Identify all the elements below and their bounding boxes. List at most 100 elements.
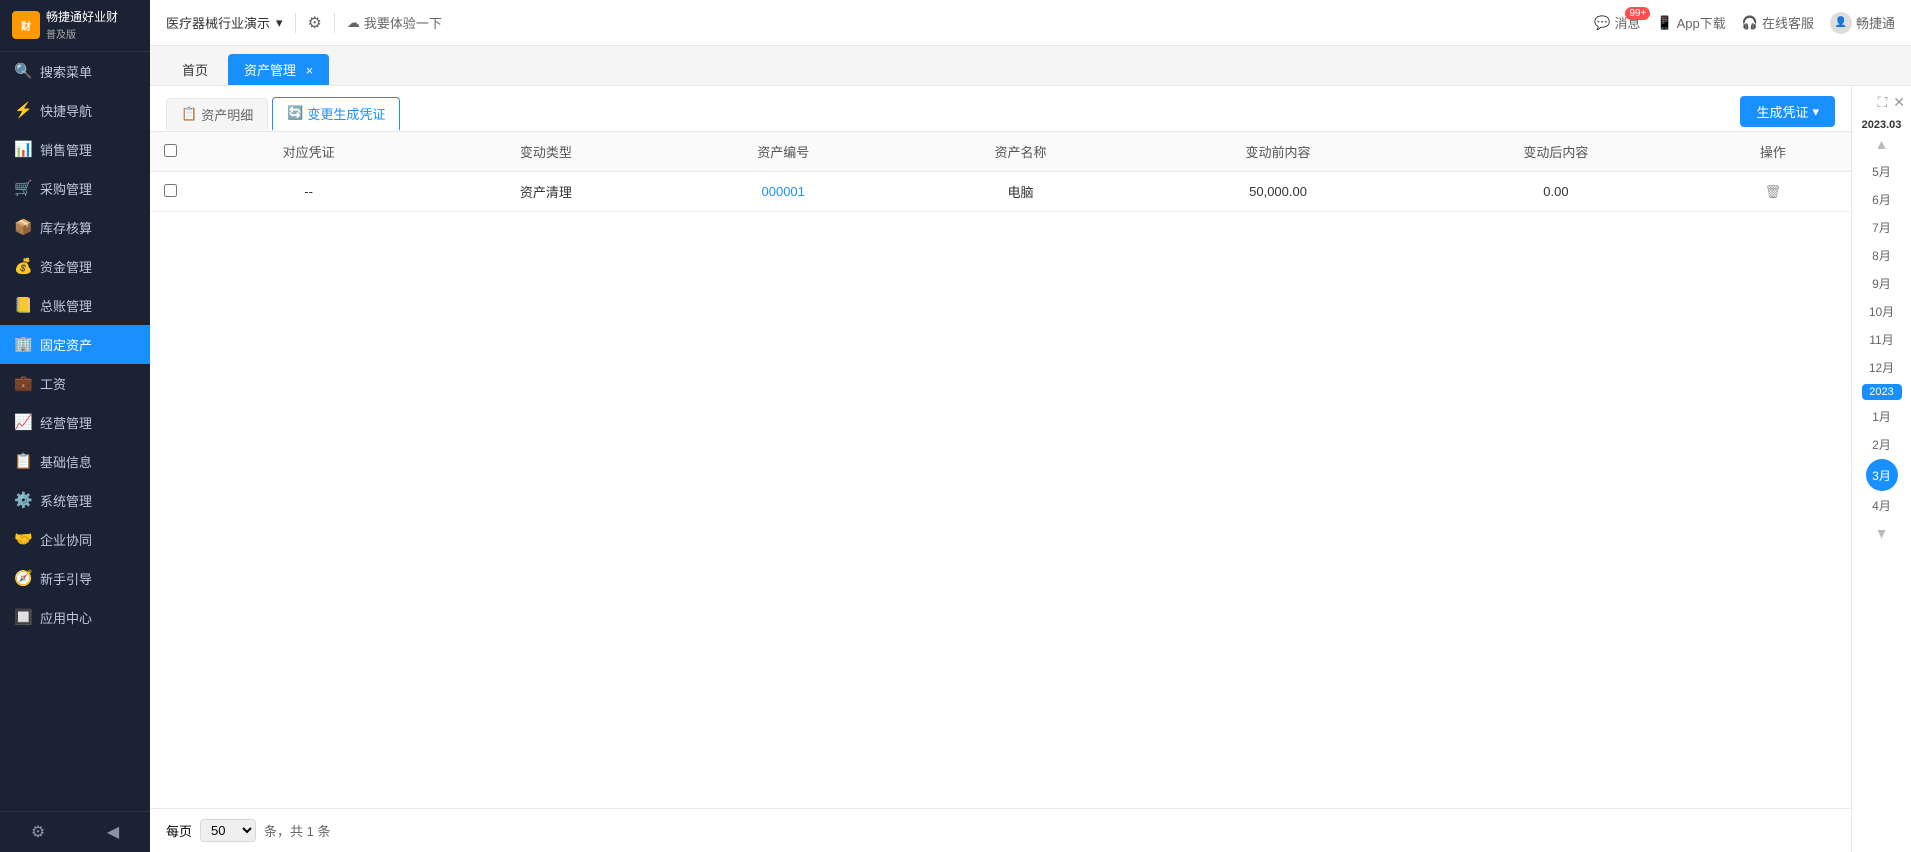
sidebar-label-inventory: 库存核算 — [40, 218, 92, 237]
settings-icon[interactable]: ⚙ — [308, 13, 322, 33]
sidebar-icon-basic_info: 📋 — [14, 452, 32, 470]
month-item[interactable]: 12月 — [1860, 354, 1904, 381]
scroll-down-arrow[interactable]: ▼ — [1875, 522, 1889, 544]
user-menu-button[interactable]: 👤 畅捷通 — [1830, 12, 1895, 34]
sidebar-icon-search: 🔍 — [14, 62, 32, 80]
topbar-right: 💬 消息 99+ 📱 App下载 🎧 在线客服 👤 畅捷通 — [1594, 12, 1895, 34]
month-list: 5月6月7月8月9月10月11月12月 2023 1月2月3月4月 — [1860, 157, 1904, 520]
sidebar-item-finance[interactable]: 💰资金管理 — [0, 247, 150, 286]
tab-asset-management[interactable]: 资产管理 × — [228, 54, 329, 85]
logo-icon: 财 — [12, 11, 40, 39]
subtab-asset-detail[interactable]: 📋 资产明细 — [166, 98, 268, 130]
settings-icon[interactable]: ⚙ — [31, 822, 45, 842]
company-name: 医疗器械行业演示 — [166, 13, 270, 32]
month-item[interactable]: 1月 — [1860, 403, 1904, 430]
sidebar-item-search[interactable]: 🔍搜索菜单 — [0, 52, 150, 91]
sidebar-icon-payroll: 💼 — [14, 374, 32, 392]
sidebar-icon-ledger: 📒 — [14, 296, 32, 314]
user-label: 畅捷通 — [1856, 13, 1895, 32]
panel-close-icon[interactable]: ✕ — [1893, 94, 1905, 111]
sidebar-menu: 🔍搜索菜单⚡快捷导航📊销售管理🛒采购管理 📦 库存核算 💰资金管理 📒 总账管理 🏢固定资产… — [0, 52, 150, 811]
panel-expand-icon[interactable]: ⛶ — [1877, 94, 1887, 111]
th-change-type: 变动类型 — [427, 132, 664, 172]
sidebar-item-fixed_assets[interactable]: 🏢固定资产 — [0, 325, 150, 364]
sidebar-label-payroll: 工资 — [40, 374, 66, 393]
month-item[interactable]: 5月 — [1860, 158, 1904, 185]
sidebar-item-app_center[interactable]: 🔲 应用中心 — [0, 598, 150, 637]
tab-close-icon[interactable]: × — [306, 63, 314, 78]
sidebar-icon-inventory: 📦 — [14, 218, 32, 236]
per-page-select[interactable]: 102050100 — [200, 819, 256, 842]
month-item[interactable]: 3月 — [1866, 459, 1898, 491]
delete-icon[interactable]: 🗑 — [1765, 184, 1782, 199]
collapse-icon[interactable]: ◀ — [107, 822, 119, 842]
sidebar-item-enterprise[interactable]: 🤝 企业协同 — [0, 520, 150, 559]
month-item[interactable]: 4月 — [1860, 492, 1904, 519]
topbar-divider — [295, 13, 296, 33]
sidebar-label-operations: 经营管理 — [40, 413, 92, 432]
sidebar-item-guide[interactable]: 🧭新手引导 — [0, 559, 150, 598]
main-content: 医疗器械行业演示 ▾ ⚙ ☁ 我要体验一下 💬 消息 99+ 📱 App下载 🎧… — [150, 0, 1911, 852]
app-download-label: App下载 — [1677, 13, 1726, 32]
sidebar-item-sales[interactable]: 📊销售管理 — [0, 130, 150, 169]
message-badge: 99+ — [1625, 7, 1650, 20]
sidebar-logo: 财 畅捷通好业财 普及版 — [0, 0, 150, 52]
year-tag-2023: 2023 — [1862, 384, 1902, 400]
table-header-row: 对应凭证 变动类型 资产编号 资产名称 变动前内容 变动后内容 操作 — [150, 132, 1851, 172]
sidebar-item-inventory[interactable]: 📦 库存核算 — [0, 208, 150, 247]
pagination-total: 1 — [307, 824, 314, 839]
customer-service-button[interactable]: 🎧 在线客服 — [1742, 13, 1814, 32]
logo-title: 畅捷通好业财 — [46, 10, 118, 26]
sidebar-label-app_center: 应用中心 — [40, 608, 92, 627]
th-voucher: 对应凭证 — [190, 132, 427, 172]
right-date-panel: ⛶ ✕ 2023.03 ▲ 5月6月7月8月9月10月11月12月20231月2… — [1851, 86, 1911, 852]
message-button[interactable]: 💬 消息 99+ — [1594, 13, 1640, 32]
th-checkbox — [150, 132, 190, 172]
tab-home[interactable]: 首页 — [166, 54, 224, 85]
tab-active-label: 资产管理 — [244, 63, 296, 78]
content-main: 📋 资产明细 🔄 变更生成凭证 生成凭证 ▾ — [150, 86, 1851, 852]
app-download-button[interactable]: 📱 App下载 — [1656, 13, 1725, 32]
th-after-change: 变动后内容 — [1417, 132, 1695, 172]
table-header: 对应凭证 变动类型 资产编号 资产名称 变动前内容 变动后内容 操作 — [150, 132, 1851, 172]
th-asset-name: 资产名称 — [902, 132, 1139, 172]
month-item[interactable]: 10月 — [1860, 298, 1904, 325]
month-item[interactable]: 11月 — [1860, 326, 1904, 353]
sidebar-item-ledger[interactable]: 📒 总账管理 — [0, 286, 150, 325]
pagination-unit: 条 — [318, 824, 331, 839]
sidebar-item-purchase[interactable]: 🛒采购管理 — [0, 169, 150, 208]
pagination-info: 条，共 1 条 — [264, 821, 331, 840]
month-item[interactable]: 2月 — [1860, 431, 1904, 458]
sidebar-item-quicknav[interactable]: ⚡快捷导航 — [0, 91, 150, 130]
experience-button[interactable]: ☁ 我要体验一下 — [347, 13, 442, 32]
experience-label: 我要体验一下 — [364, 13, 442, 32]
data-table: 对应凭证 变动类型 资产编号 资产名称 变动前内容 变动后内容 操作 -- 资产… — [150, 132, 1851, 212]
customer-service-icon: 🎧 — [1742, 15, 1758, 31]
generate-voucher-button[interactable]: 生成凭证 ▾ — [1740, 96, 1835, 127]
sidebar-label-enterprise: 企业协同 — [40, 530, 92, 549]
sidebar-item-system[interactable]: ⚙️系统管理 — [0, 481, 150, 520]
month-item[interactable]: 8月 — [1860, 242, 1904, 269]
sidebar-label-ledger: 总账管理 — [40, 296, 92, 315]
row-checkbox[interactable] — [164, 184, 177, 197]
sidebar-icon-app_center: 🔲 — [14, 608, 32, 626]
user-avatar: 👤 — [1830, 12, 1852, 34]
select-all-checkbox[interactable] — [164, 144, 177, 157]
th-before-change: 变动前内容 — [1139, 132, 1417, 172]
company-selector[interactable]: 医疗器械行业演示 ▾ — [166, 13, 283, 32]
table-row: -- 资产清理 000001 电脑 50,000.00 0.00 🗑 — [150, 172, 1851, 212]
scroll-up-arrow[interactable]: ▲ — [1875, 133, 1889, 155]
topbar: 医疗器械行业演示 ▾ ⚙ ☁ 我要体验一下 💬 消息 99+ 📱 App下载 🎧… — [150, 0, 1911, 46]
sidebar-icon-enterprise: 🤝 — [14, 530, 32, 548]
sidebar-label-sales: 销售管理 — [40, 140, 92, 159]
subtab-change-voucher[interactable]: 🔄 变更生成凭证 — [272, 97, 400, 131]
sidebar-icon-purchase: 🛒 — [14, 179, 32, 197]
month-item[interactable]: 6月 — [1860, 186, 1904, 213]
month-item[interactable]: 7月 — [1860, 214, 1904, 241]
sidebar-icon-system: ⚙️ — [14, 491, 32, 509]
sidebar-item-basic_info[interactable]: 📋基础信息 — [0, 442, 150, 481]
month-item[interactable]: 9月 — [1860, 270, 1904, 297]
sidebar-item-operations[interactable]: 📈经营管理 — [0, 403, 150, 442]
generate-btn-arrow: ▾ — [1812, 104, 1819, 120]
sidebar-item-payroll[interactable]: 💼 工资 — [0, 364, 150, 403]
